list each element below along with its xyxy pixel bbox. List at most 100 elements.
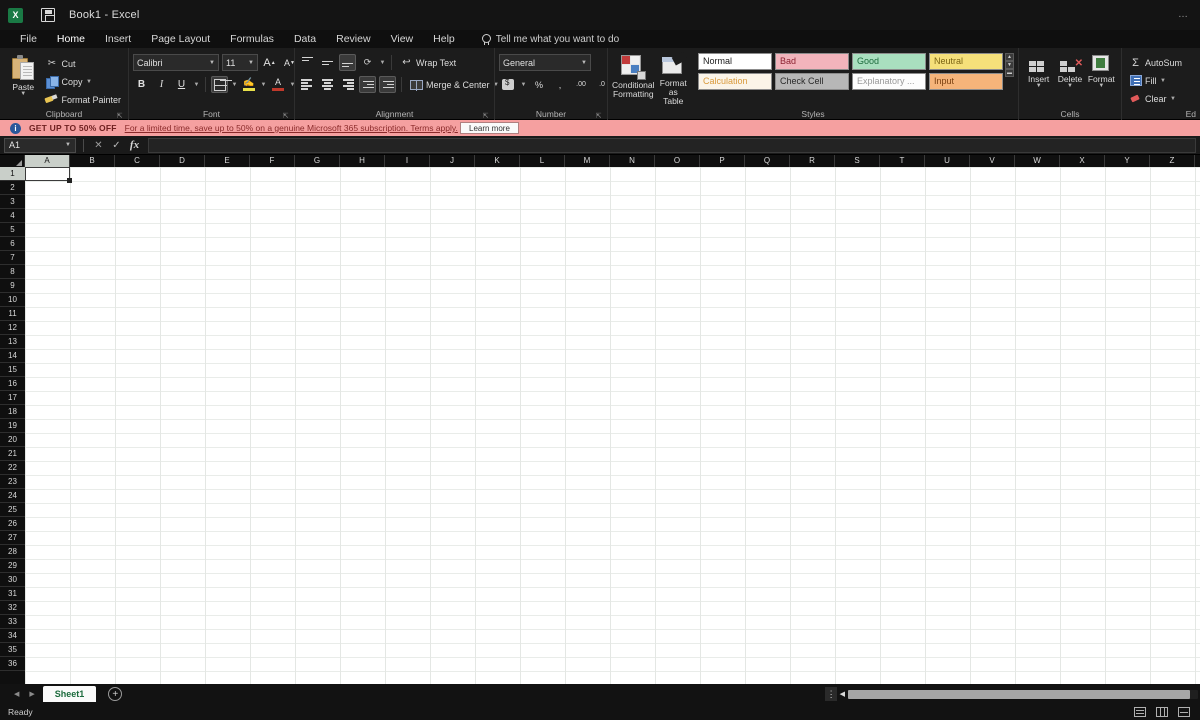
normal-view-icon[interactable] <box>1134 707 1146 717</box>
formula-input[interactable] <box>148 137 1196 153</box>
fill-button[interactable]: Fill ▼ <box>1126 72 1185 89</box>
row-header-36[interactable]: 36 <box>0 657 25 671</box>
row-header-1[interactable]: 1 <box>0 167 25 181</box>
page-break-view-icon[interactable] <box>1178 707 1190 717</box>
fill-color-button[interactable]: ✍ <box>241 76 257 93</box>
row-header-15[interactable]: 15 <box>0 363 25 377</box>
grow-font-button[interactable]: A ▲ <box>261 54 278 71</box>
selected-cell-a1[interactable] <box>25 167 72 183</box>
delete-caret-icon[interactable]: ▼ <box>1067 83 1073 89</box>
styles-more-button[interactable]: ▬ <box>1005 69 1014 77</box>
copy-dropdown-caret-icon[interactable]: ▼ <box>85 79 92 85</box>
row-header-26[interactable]: 26 <box>0 517 25 531</box>
column-header-t[interactable]: T <box>880 155 925 167</box>
row-header-18[interactable]: 18 <box>0 405 25 419</box>
number-format-select[interactable]: General ▼ <box>499 54 591 71</box>
column-header-j[interactable]: J <box>430 155 475 167</box>
row-header-11[interactable]: 11 <box>0 307 25 321</box>
column-header-q[interactable]: Q <box>745 155 790 167</box>
row-header-22[interactable]: 22 <box>0 461 25 475</box>
promo-message-link[interactable]: For a limited time, save up to 50% on a … <box>125 123 458 133</box>
row-header-28[interactable]: 28 <box>0 545 25 559</box>
tab-page-layout[interactable]: Page Layout <box>141 30 220 48</box>
sheet-tab-sheet1[interactable]: Sheet1 <box>42 686 97 702</box>
window-controls-region[interactable]: … <box>1178 9 1188 20</box>
increase-decimal-button[interactable]: .00 <box>572 76 590 93</box>
row-header-2[interactable]: 2 <box>0 181 25 195</box>
column-header-e[interactable]: E <box>205 155 250 167</box>
align-center-button[interactable] <box>319 76 336 93</box>
row-header-13[interactable]: 13 <box>0 335 25 349</box>
number-dialog-launcher[interactable]: ⇱ <box>595 113 602 120</box>
number-format-caret-icon[interactable]: ▼ <box>577 60 587 66</box>
tab-home[interactable]: Home <box>47 30 95 48</box>
column-header-x[interactable]: X <box>1060 155 1105 167</box>
format-caret-icon[interactable]: ▼ <box>1098 83 1104 89</box>
column-header-i[interactable]: I <box>385 155 430 167</box>
row-header-4[interactable]: 4 <box>0 209 25 223</box>
column-header-o[interactable]: O <box>655 155 700 167</box>
row-header-30[interactable]: 30 <box>0 573 25 587</box>
scroll-left-button[interactable]: ◀ <box>840 690 845 698</box>
row-header-27[interactable]: 27 <box>0 531 25 545</box>
page-layout-view-icon[interactable] <box>1156 707 1168 717</box>
format-as-table-button[interactable]: Format as Table <box>655 51 692 106</box>
styles-scroll-down-button[interactable]: ▼ <box>1005 61 1014 69</box>
cancel-entry-button[interactable]: ✕ <box>91 138 106 153</box>
column-header-w[interactable]: W <box>1015 155 1060 167</box>
column-header-p[interactable]: P <box>700 155 745 167</box>
align-right-button[interactable] <box>339 76 356 93</box>
confirm-entry-button[interactable]: ✓ <box>109 138 124 153</box>
row-header-6[interactable]: 6 <box>0 237 25 251</box>
row-header-19[interactable]: 19 <box>0 419 25 433</box>
row-header-17[interactable]: 17 <box>0 391 25 405</box>
column-header-r[interactable]: R <box>790 155 835 167</box>
row-header-25[interactable]: 25 <box>0 503 25 517</box>
add-sheet-button[interactable]: + <box>108 687 123 701</box>
font-name-caret-icon[interactable]: ▼ <box>205 60 215 66</box>
insert-cells-button[interactable]: Insert ▼ <box>1023 53 1054 89</box>
select-all-button[interactable] <box>0 155 25 167</box>
insert-caret-icon[interactable]: ▼ <box>1036 83 1042 89</box>
alignment-dialog-launcher[interactable]: ⇱ <box>482 113 489 120</box>
percent-format-button[interactable]: % <box>530 76 548 93</box>
paste-dropdown-caret-icon[interactable]: ▼ <box>20 91 26 97</box>
cut-button[interactable]: ✂ Cut <box>42 55 124 72</box>
clipboard-dialog-launcher[interactable]: ⇱ <box>116 113 123 120</box>
row-header-34[interactable]: 34 <box>0 629 25 643</box>
column-header-l[interactable]: L <box>520 155 565 167</box>
style-explanatory[interactable]: Explanatory ... <box>852 73 926 90</box>
merge-center-button[interactable]: Merge & Center ▼ <box>407 76 503 93</box>
row-header-8[interactable]: 8 <box>0 265 25 279</box>
tell-me-search[interactable]: Tell me what you want to do <box>481 33 619 45</box>
style-good[interactable]: Good <box>852 53 926 70</box>
column-header-z[interactable]: Z <box>1150 155 1195 167</box>
comma-format-button[interactable]: , <box>551 76 569 93</box>
column-header-y[interactable]: Y <box>1105 155 1150 167</box>
row-header-31[interactable]: 31 <box>0 587 25 601</box>
column-header-u[interactable]: U <box>925 155 970 167</box>
font-color-button[interactable]: A <box>270 76 286 93</box>
align-left-button[interactable] <box>299 76 316 93</box>
autosum-button[interactable]: Σ AutoSum <box>1126 54 1185 71</box>
copy-button[interactable]: Copy ▼ <box>42 73 124 90</box>
accounting-format-button[interactable] <box>499 76 517 93</box>
font-size-input[interactable]: 11 ▼ <box>222 54 258 71</box>
column-header-f[interactable]: F <box>250 155 295 167</box>
tab-file[interactable]: File <box>10 30 47 48</box>
font-size-caret-icon[interactable]: ▼ <box>244 60 254 66</box>
row-header-12[interactable]: 12 <box>0 321 25 335</box>
tab-insert[interactable]: Insert <box>95 30 141 48</box>
next-sheet-button[interactable]: ▶ <box>29 690 34 698</box>
conditional-formatting-button[interactable]: Conditional Formatting <box>612 53 655 99</box>
paste-button[interactable]: Paste ▼ <box>4 53 42 97</box>
row-header-9[interactable]: 9 <box>0 279 25 293</box>
font-dialog-launcher[interactable]: ⇱ <box>282 113 289 120</box>
row-header-24[interactable]: 24 <box>0 489 25 503</box>
column-header-a[interactable]: A <box>25 155 70 167</box>
tab-review[interactable]: Review <box>326 30 380 48</box>
tab-formulas[interactable]: Formulas <box>220 30 284 48</box>
align-top-button[interactable] <box>299 54 316 71</box>
column-header-n[interactable]: N <box>610 155 655 167</box>
horizontal-scrollbar-thumb[interactable] <box>848 689 1190 699</box>
